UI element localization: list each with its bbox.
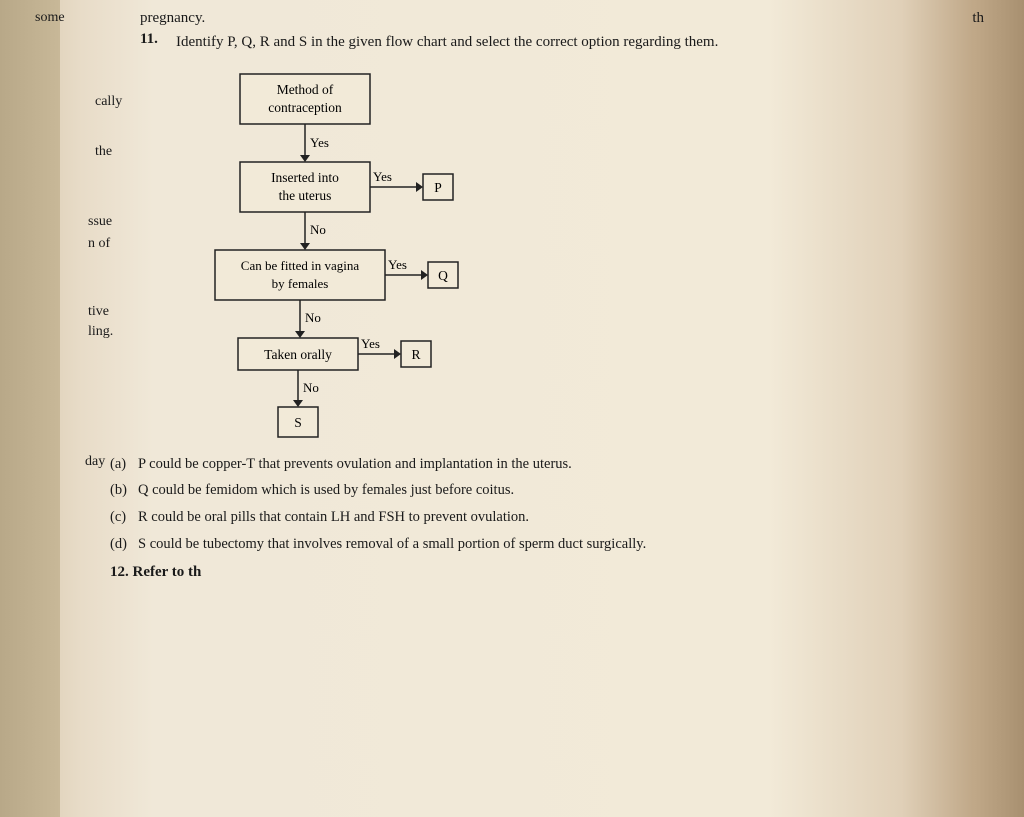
side-label-ssue: ssue bbox=[88, 214, 112, 230]
svg-text:by females: by females bbox=[272, 276, 329, 291]
svg-text:No: No bbox=[310, 222, 326, 237]
svg-text:the uterus: the uterus bbox=[279, 188, 332, 203]
option-c-text: R could be oral pills that contain LH an… bbox=[138, 507, 529, 529]
bottom-ref: 12. Refer to th bbox=[110, 564, 954, 581]
svg-text:Taken orally: Taken orally bbox=[264, 347, 332, 362]
svg-text:Can be fitted in vagina: Can be fitted in vagina bbox=[241, 258, 360, 273]
svg-text:Q: Q bbox=[438, 268, 448, 283]
svg-text:Yes: Yes bbox=[310, 135, 329, 150]
option-c: (c) R could be oral pills that contain L… bbox=[110, 507, 954, 529]
side-label-the: the bbox=[95, 144, 112, 160]
options-block: day (a) P could be copper-T that prevent… bbox=[110, 454, 954, 581]
svg-text:Yes: Yes bbox=[388, 257, 407, 272]
svg-text:P: P bbox=[434, 180, 442, 195]
question-text: Identify P, Q, R and S in the given flow… bbox=[176, 31, 718, 54]
option-a: (a) P could be copper-T that prevents ov… bbox=[110, 454, 954, 476]
svg-text:R: R bbox=[411, 347, 420, 362]
svg-text:Yes: Yes bbox=[373, 169, 392, 184]
left-margin bbox=[0, 0, 60, 817]
flowchart: Method of contraception Yes Inserted int… bbox=[130, 64, 550, 464]
right-corner-text: th bbox=[972, 10, 984, 27]
question-number: 11. bbox=[140, 31, 176, 48]
top-text: pregnancy. bbox=[140, 10, 205, 27]
side-label-ling: ling. bbox=[88, 324, 113, 340]
svg-text:Method of: Method of bbox=[277, 82, 334, 97]
option-d-text: S could be tubectomy that involves remov… bbox=[138, 534, 646, 556]
side-label-some: some bbox=[35, 10, 65, 26]
svg-text:No: No bbox=[303, 380, 319, 395]
content-area: some pregnancy. th 11. Identify P, Q, R … bbox=[60, 0, 974, 601]
option-d-letter: (d) bbox=[110, 534, 138, 556]
side-label-tive: tive bbox=[88, 304, 109, 320]
svg-text:S: S bbox=[294, 415, 302, 430]
option-d: (d) S could be tubectomy that involves r… bbox=[110, 534, 954, 556]
option-a-text: P could be copper-T that prevents ovulat… bbox=[138, 454, 572, 476]
side-label-day: day bbox=[85, 454, 105, 470]
option-b: (b) Q could be femidom which is used by … bbox=[110, 480, 954, 502]
svg-text:Yes: Yes bbox=[361, 336, 380, 351]
right-margin bbox=[974, 0, 1024, 817]
option-c-letter: (c) bbox=[110, 507, 138, 529]
svg-text:Inserted into: Inserted into bbox=[271, 170, 339, 185]
svg-text:No: No bbox=[305, 310, 321, 325]
svg-text:contraception: contraception bbox=[268, 100, 342, 115]
option-a-letter: (a) bbox=[110, 454, 138, 476]
side-label-nof: n of bbox=[88, 236, 110, 252]
option-b-letter: (b) bbox=[110, 480, 138, 502]
side-label-cally2: cally bbox=[95, 94, 122, 110]
option-b-text: Q could be femidom which is used by fema… bbox=[138, 480, 514, 502]
